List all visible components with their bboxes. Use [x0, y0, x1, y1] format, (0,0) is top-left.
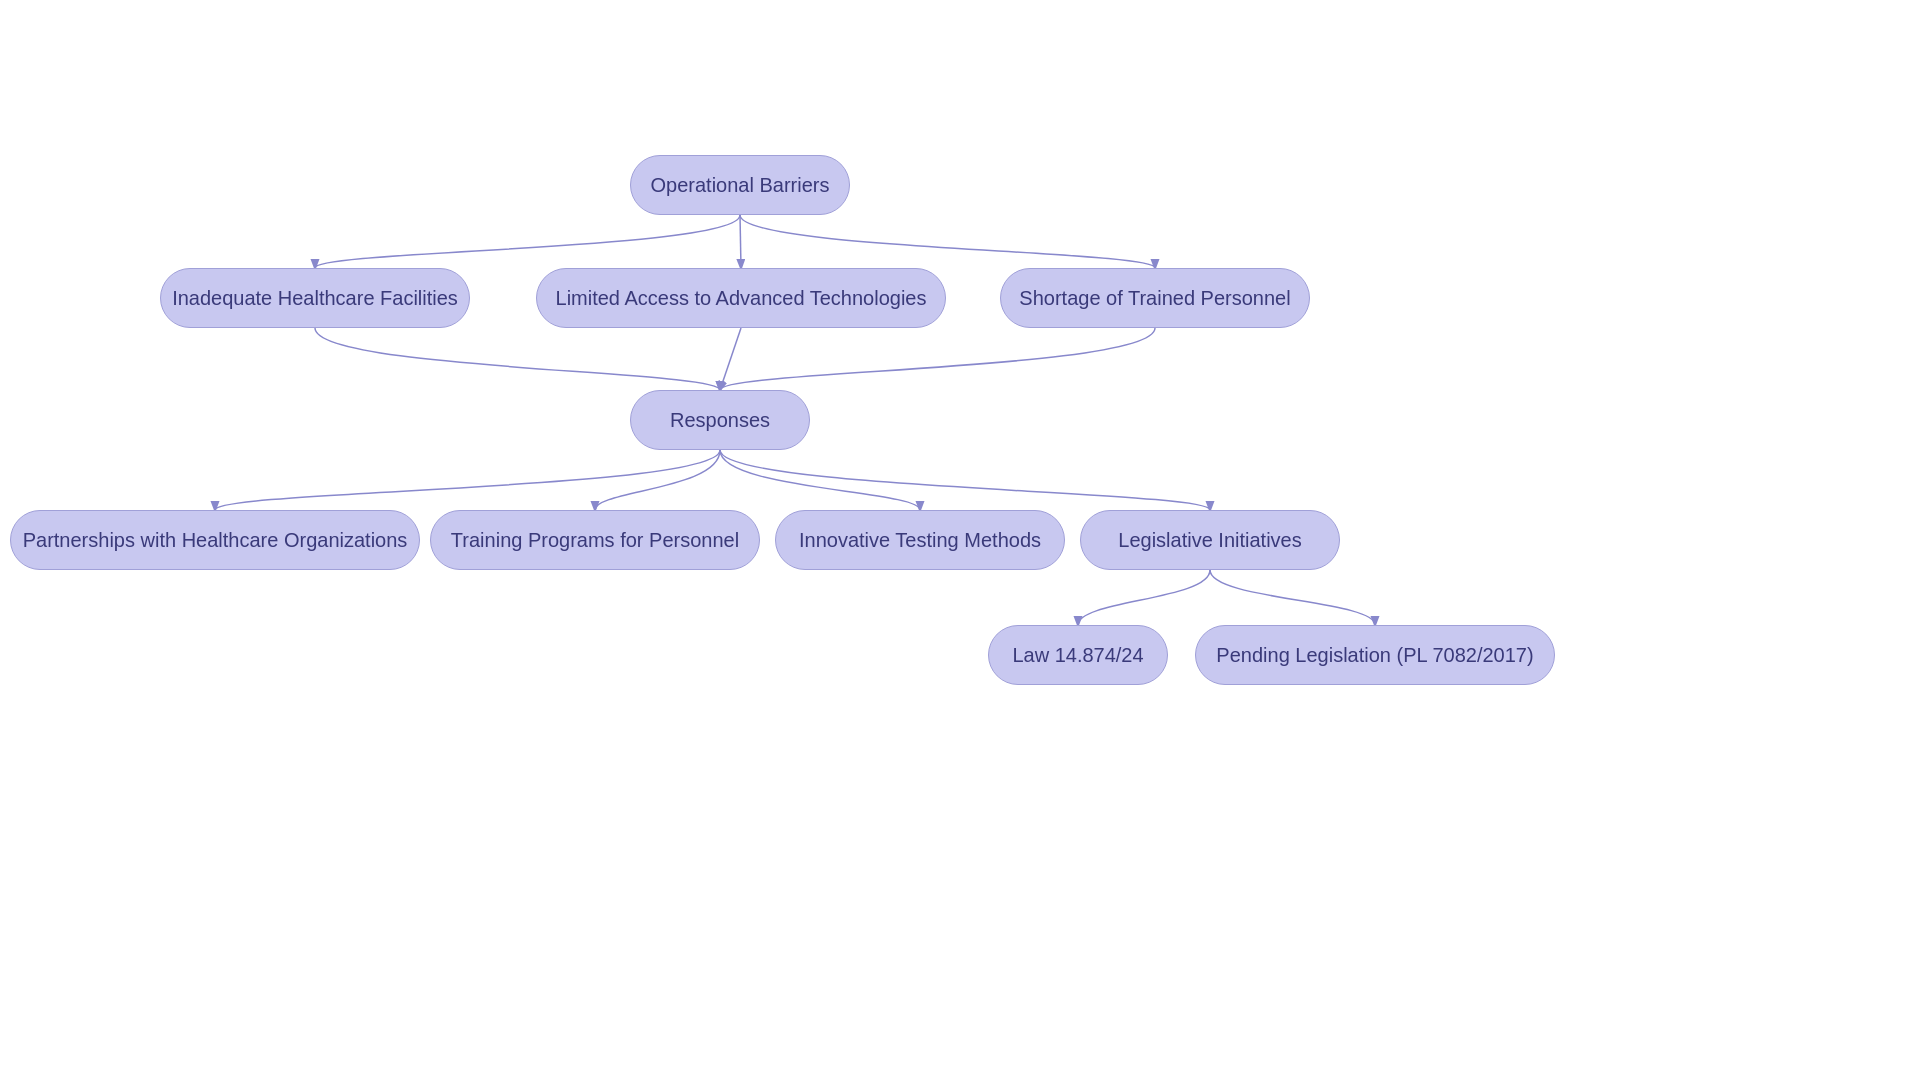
node-innovative-testing: Innovative Testing Methods: [775, 510, 1065, 570]
node-shortage-personnel: Shortage of Trained Personnel: [1000, 268, 1310, 328]
node-responses: Responses: [630, 390, 810, 450]
node-pending-legislation: Pending Legislation (PL 7082/2017): [1195, 625, 1555, 685]
node-operational-barriers: Operational Barriers: [630, 155, 850, 215]
node-limited-access: Limited Access to Advanced Technologies: [536, 268, 946, 328]
node-partnerships: Partnerships with Healthcare Organizatio…: [10, 510, 420, 570]
node-law-14874: Law 14.874/24: [988, 625, 1168, 685]
node-legislative-initiatives: Legislative Initiatives: [1080, 510, 1340, 570]
node-training-programs: Training Programs for Personnel: [430, 510, 760, 570]
diagram-container: Operational Barriers Inadequate Healthca…: [0, 0, 1920, 1083]
node-inadequate-facilities: Inadequate Healthcare Facilities: [160, 268, 470, 328]
